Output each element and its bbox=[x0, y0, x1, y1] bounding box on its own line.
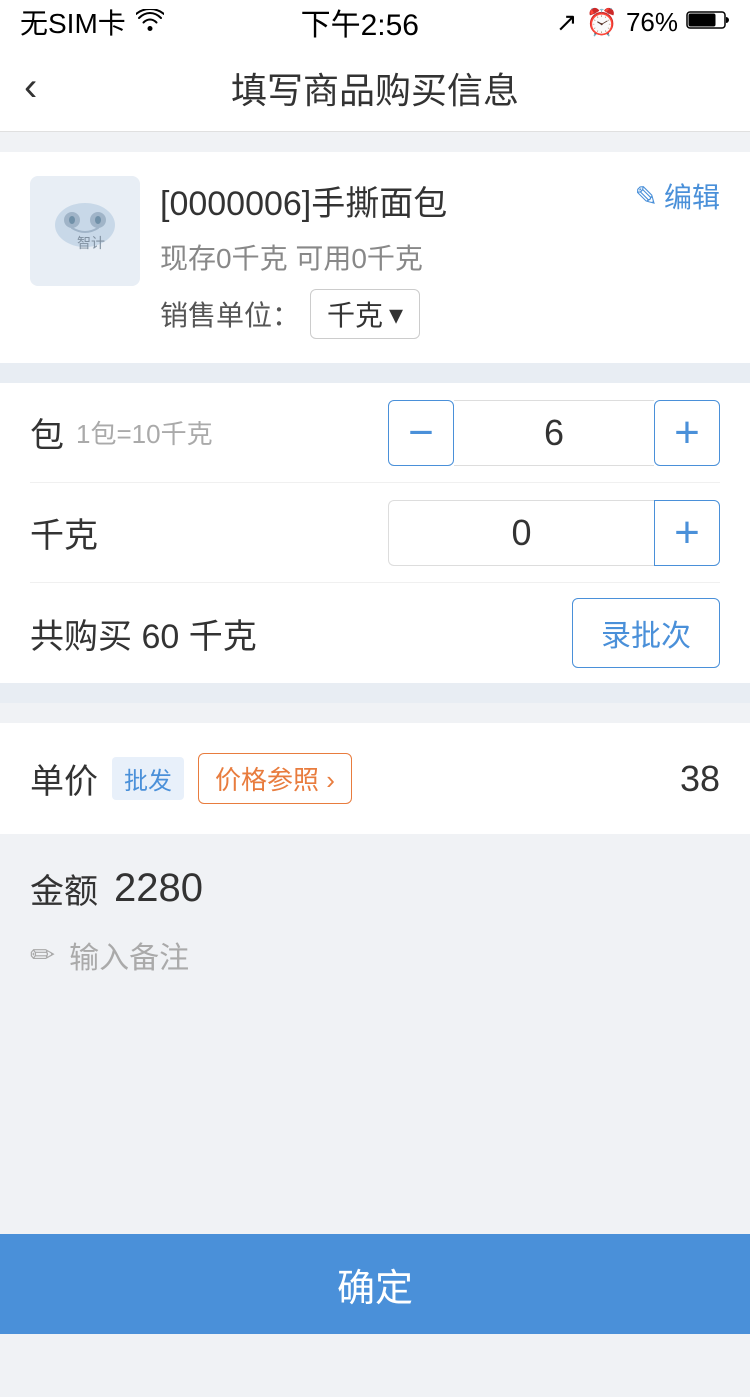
bao-input-row: 包 1包=10千克 − + bbox=[30, 383, 720, 483]
price-label: 单价 bbox=[30, 754, 98, 803]
back-button[interactable]: ‹ bbox=[24, 65, 37, 110]
price-ref-button[interactable]: 价格参照 › bbox=[198, 753, 352, 804]
kg-input-row: 千克 + bbox=[30, 483, 720, 583]
amount-row: 金额 2280 bbox=[30, 864, 720, 913]
alarm-icon: ⏰ bbox=[586, 7, 618, 38]
amount-section: 金额 2280 ✏ 输入备注 bbox=[0, 834, 750, 997]
kg-label: 千克 bbox=[30, 508, 388, 557]
page-title: 填写商品购买信息 bbox=[231, 62, 519, 114]
status-bar: 无SIM卡 下午2:56 ↗ ⏰ 76% bbox=[0, 0, 750, 44]
location-icon: ↗ bbox=[556, 7, 578, 38]
bao-hint: 1包=10千克 bbox=[76, 414, 213, 451]
amount-label: 金额 bbox=[30, 864, 98, 913]
pencil-icon: ✏ bbox=[30, 938, 55, 973]
status-right: ↗ ⏰ 76% bbox=[556, 7, 730, 38]
price-section: 单价 批发 价格参照 › 38 bbox=[0, 723, 750, 834]
battery-icon bbox=[686, 7, 730, 38]
kg-controls: + bbox=[388, 500, 720, 566]
price-value: 38 bbox=[680, 758, 720, 800]
status-left: 无SIM卡 bbox=[20, 2, 164, 42]
no-sim-text: 无SIM卡 bbox=[20, 2, 126, 42]
bao-label: 包 bbox=[30, 408, 64, 457]
unit-select[interactable]: 千克 ▾ bbox=[310, 289, 420, 339]
product-logo: 智计 bbox=[50, 198, 120, 265]
amount-value: 2280 bbox=[114, 866, 203, 911]
spacer bbox=[0, 997, 750, 1397]
svg-text:智计: 智计 bbox=[77, 235, 105, 251]
total-row: 共购买 60 千克 录批次 bbox=[0, 583, 750, 683]
price-row: 单价 批发 价格参照 › 38 bbox=[30, 753, 720, 804]
edit-label: 编辑 bbox=[664, 176, 720, 216]
bao-minus-button[interactable]: − bbox=[388, 400, 454, 466]
edit-icon: ✎ bbox=[635, 180, 658, 213]
input-section: 包 1包=10千克 − + 千克 + bbox=[0, 383, 750, 583]
section-divider-1 bbox=[0, 363, 750, 383]
battery-text: 76% bbox=[626, 7, 678, 38]
nav-bar: ‹ 填写商品购买信息 bbox=[0, 44, 750, 132]
confirm-label: 确定 bbox=[337, 1257, 413, 1312]
unit-label: 销售单位： bbox=[160, 294, 300, 334]
product-unit-row: 销售单位： 千克 ▾ bbox=[160, 289, 720, 339]
product-card: 智计 [0000006]手撕面包 现存0千克 可用0千克 销售单位： 千克 ▾ … bbox=[0, 152, 750, 363]
bao-label-group: 包 1包=10千克 bbox=[30, 408, 388, 457]
edit-button[interactable]: ✎ 编辑 bbox=[635, 176, 720, 216]
status-time: 下午2:56 bbox=[301, 0, 419, 44]
kg-input[interactable] bbox=[388, 500, 654, 566]
chevron-down-icon: ▾ bbox=[389, 298, 403, 331]
remark-placeholder: 输入备注 bbox=[69, 933, 189, 977]
bao-input[interactable] bbox=[454, 400, 654, 466]
section-divider-2 bbox=[0, 683, 750, 703]
unit-value: 千克 bbox=[327, 294, 383, 334]
confirm-button[interactable]: 确定 bbox=[0, 1234, 750, 1334]
batch-button[interactable]: 录批次 bbox=[572, 598, 720, 668]
product-stock: 现存0千克 可用0千克 bbox=[160, 237, 720, 277]
price-badge: 批发 bbox=[112, 757, 184, 800]
total-text: 共购买 60 千克 bbox=[30, 609, 257, 658]
price-label-group: 单价 批发 价格参照 › bbox=[30, 753, 352, 804]
bao-plus-button[interactable]: + bbox=[654, 400, 720, 466]
wifi-icon bbox=[136, 6, 164, 38]
product-thumbnail: 智计 bbox=[30, 176, 140, 286]
kg-plus-button[interactable]: + bbox=[654, 500, 720, 566]
remark-row[interactable]: ✏ 输入备注 bbox=[30, 933, 720, 977]
bao-controls: − + bbox=[388, 400, 720, 466]
